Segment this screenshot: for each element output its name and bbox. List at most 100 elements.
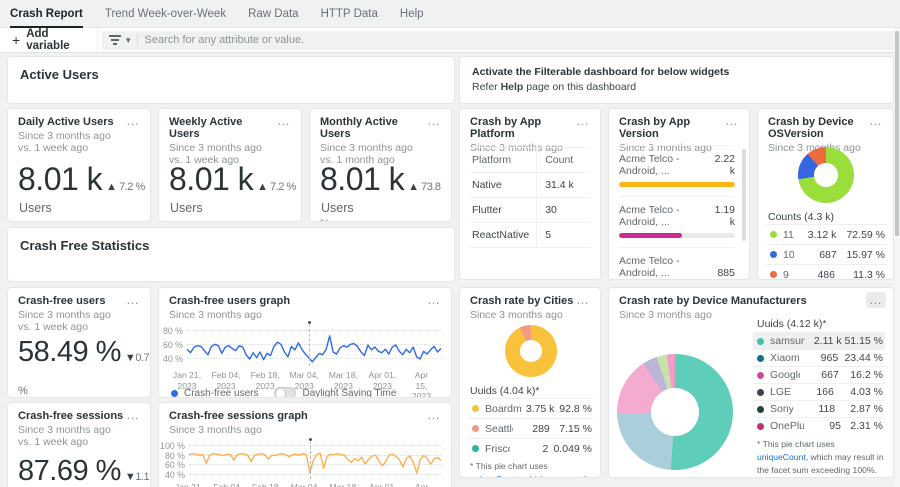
widget-menu-icon[interactable]: … <box>123 292 143 308</box>
dashboard: Crash Report Trend Week-over-Week Raw Data… <box>0 0 900 487</box>
note-line1: Activate the Filterable dashboard for be… <box>472 66 730 78</box>
cities-legend: Boardman3.75 k92.8 %Seattle2897.15 %Fris… <box>468 398 594 458</box>
legend-row-lge[interactable]: LGE 166 4.03 % <box>753 383 885 400</box>
y-axis-label: 40 % <box>164 470 185 481</box>
widget-menu-icon[interactable]: … <box>424 113 444 129</box>
x-axis-label: Apr 01, <box>368 482 397 487</box>
widget-menu-icon[interactable]: … <box>123 407 143 423</box>
uniquecount-link[interactable]: uniqueCount <box>757 452 806 462</box>
crash-free-sessions-widget: Crash-free sessions Since 3 months ago v… <box>7 402 151 487</box>
x-axis-labels: Jan 21, 2023 Feb 04, Feb 18, Mar 04, Mar 18,… <box>175 482 441 487</box>
x-axis-label: Feb 18, <box>251 482 282 487</box>
widget-title: Crash-free users graph <box>169 295 291 307</box>
widget-menu-icon[interactable]: … <box>866 292 886 308</box>
legend-row-10[interactable]: 10 687 15.97 % <box>766 244 887 264</box>
annotation-marker[interactable] <box>307 437 313 479</box>
note-line2: Refer Help page on this dashboard <box>472 81 637 93</box>
widget-menu-icon[interactable]: … <box>866 113 886 129</box>
widget-menu-icon[interactable]: … <box>424 407 444 423</box>
down-arrow-icon: ▼ <box>124 352 136 364</box>
x-axis-label: Mar 18, <box>329 482 359 487</box>
manufacturers-donut-chart[interactable] <box>617 354 733 470</box>
legend-dot <box>171 389 178 397</box>
widget-subtitle: Since 3 months ago vs. 1 week ago <box>18 130 111 154</box>
plus-icon: + <box>12 32 21 48</box>
filter-funnel-icon[interactable] <box>108 35 122 45</box>
os-version-donut-chart[interactable] <box>798 147 854 203</box>
chevron-down-icon[interactable]: ▾ <box>126 35 131 46</box>
sessions-line-chart[interactable]: 100 % 80 % 60 % 40 % <box>160 437 441 480</box>
billboard-unit: Users <box>170 201 203 215</box>
legend-row-11[interactable]: 11 3.12 k 72.59 % <box>766 224 887 244</box>
legend-row-sony[interactable]: Sony 118 2.87 % <box>753 400 885 417</box>
page-scrollbar[interactable] <box>894 28 900 487</box>
y-axis-label: 60 % <box>164 460 185 471</box>
widget-title: Weekly Active Users <box>169 116 243 140</box>
uniquecount-link[interactable]: uniqueCount <box>470 474 519 477</box>
legend-label[interactable]: Crash-free users <box>184 388 258 398</box>
widget-menu-icon[interactable]: … <box>274 113 294 129</box>
widget-subtitle: Since 3 months ago <box>169 424 262 436</box>
legend-row-boardman[interactable]: Boardman3.75 k92.8 % <box>468 398 594 418</box>
platform-table: Platform Count Native 31.4 k Flutter 30 ReactN… <box>470 147 590 248</box>
monthly-active-users-widget: Monthly Active Users Since 3 months ago … <box>309 108 452 222</box>
annotation-marker[interactable] <box>306 320 312 366</box>
widget-subtitle: Since 3 months ago <box>470 309 563 321</box>
add-variable-button[interactable]: + Add variable <box>0 28 98 52</box>
tab-help[interactable]: Help <box>400 0 424 28</box>
widget-title: Crash by App Version <box>619 116 691 140</box>
widget-menu-icon[interactable]: … <box>722 113 742 129</box>
widget-scrollbar[interactable] <box>742 149 746 241</box>
tab-crash-report[interactable]: Crash Report <box>10 0 83 28</box>
legend-row-xiaomi[interactable]: Xiaomi96523.44 % <box>753 349 885 366</box>
widget-title: Crash by App Platform <box>470 116 542 140</box>
widget-title: Crash-free users <box>18 295 106 307</box>
y-axis-label: 40 % <box>162 353 183 364</box>
bar-row[interactable]: Acme Telco -Android, ... 2.22 k <box>619 145 735 188</box>
tab-trend-week-over-week[interactable]: Trend Week-over-Week <box>105 0 226 28</box>
legend-row-frisco[interactable]: Frisco20.049 % <box>468 438 594 458</box>
table-row: ReactNative 5 <box>470 223 590 248</box>
search-box[interactable]: ▾ <box>102 30 900 50</box>
crash-by-app-platform-widget: Crash by App Platform Since 3 months ago… <box>459 108 601 280</box>
up-arrow-icon: ▲ <box>106 181 117 193</box>
legend-row-seattle[interactable]: Seattle2897.15 % <box>468 418 594 438</box>
billboard-value: 8.01 k ▲ 7.2 % <box>169 161 296 197</box>
pie-chart-footnote: * This pie chart uses uniqueCount, which… <box>470 460 592 477</box>
legend-row-google[interactable]: Google66716.2 % <box>753 366 885 383</box>
tab-raw-data[interactable]: Raw Data <box>248 0 299 28</box>
widget-menu-icon[interactable]: … <box>424 292 444 308</box>
crash-free-sessions-graph-widget: Crash-free sessions graph Since 3 months… <box>158 402 452 487</box>
legend-row-samsung[interactable]: samsung2.11 k51.15 % <box>753 332 885 349</box>
down-arrow-icon: ▼ <box>124 471 136 483</box>
bar-row[interactable]: Acme Telco -Android, ... 1.19 k <box>619 196 735 239</box>
widget-menu-icon[interactable]: … <box>573 292 593 308</box>
billboard-value: 8.01 k ▲ 7.2 % <box>18 161 145 197</box>
daylight-saving-toggle[interactable] <box>274 387 297 397</box>
billboard-value: 58.49 % ▼0.7 % <box>18 336 150 397</box>
widget-subtitle: Since 3 months ago <box>169 309 262 321</box>
cities-donut-chart[interactable] <box>505 325 557 377</box>
pie-chart-footnote: * This pie chart uses uniqueCount, which… <box>757 439 884 475</box>
y-axis-label: 80 % <box>162 325 183 336</box>
widget-title: Crash-free sessions <box>18 410 124 422</box>
tab-http-data[interactable]: HTTP Data <box>321 0 378 28</box>
widget-title: Crash by Device OSVersion <box>768 116 854 140</box>
add-variable-label: Add variable <box>26 28 70 52</box>
crash-by-app-version-widget: Crash by App Version Since 3 months ago … <box>608 108 750 280</box>
legend-row-9[interactable]: 9 486 11.3 % <box>766 264 887 279</box>
y-axis-label: 100 % <box>160 440 185 451</box>
widget-title: Crash rate by Device Manufacturers <box>619 295 807 307</box>
billboard-value: 87.69 %▼1.1 % <box>18 455 150 487</box>
widget-menu-icon[interactable]: … <box>573 113 593 129</box>
bar-row[interactable]: Acme Telco -Android, ... 885 <box>619 247 735 279</box>
toggle-label: Daylight Saving Time <box>302 387 397 398</box>
users-line-chart[interactable]: 80 % 60 % 40 % <box>163 320 441 366</box>
search-input[interactable] <box>144 34 745 46</box>
widget-title: Crash rate by Cities <box>470 295 574 307</box>
legend-row-oneplus[interactable]: OnePlus952.31 % <box>753 417 885 434</box>
section-title-crash-free: Crash Free Statistics <box>20 238 150 253</box>
widget-menu-icon[interactable]: … <box>123 113 143 129</box>
scrollbar-thumb[interactable] <box>895 31 899 236</box>
crash-free-users-widget: Crash-free users Since 3 months ago vs. … <box>7 287 151 398</box>
